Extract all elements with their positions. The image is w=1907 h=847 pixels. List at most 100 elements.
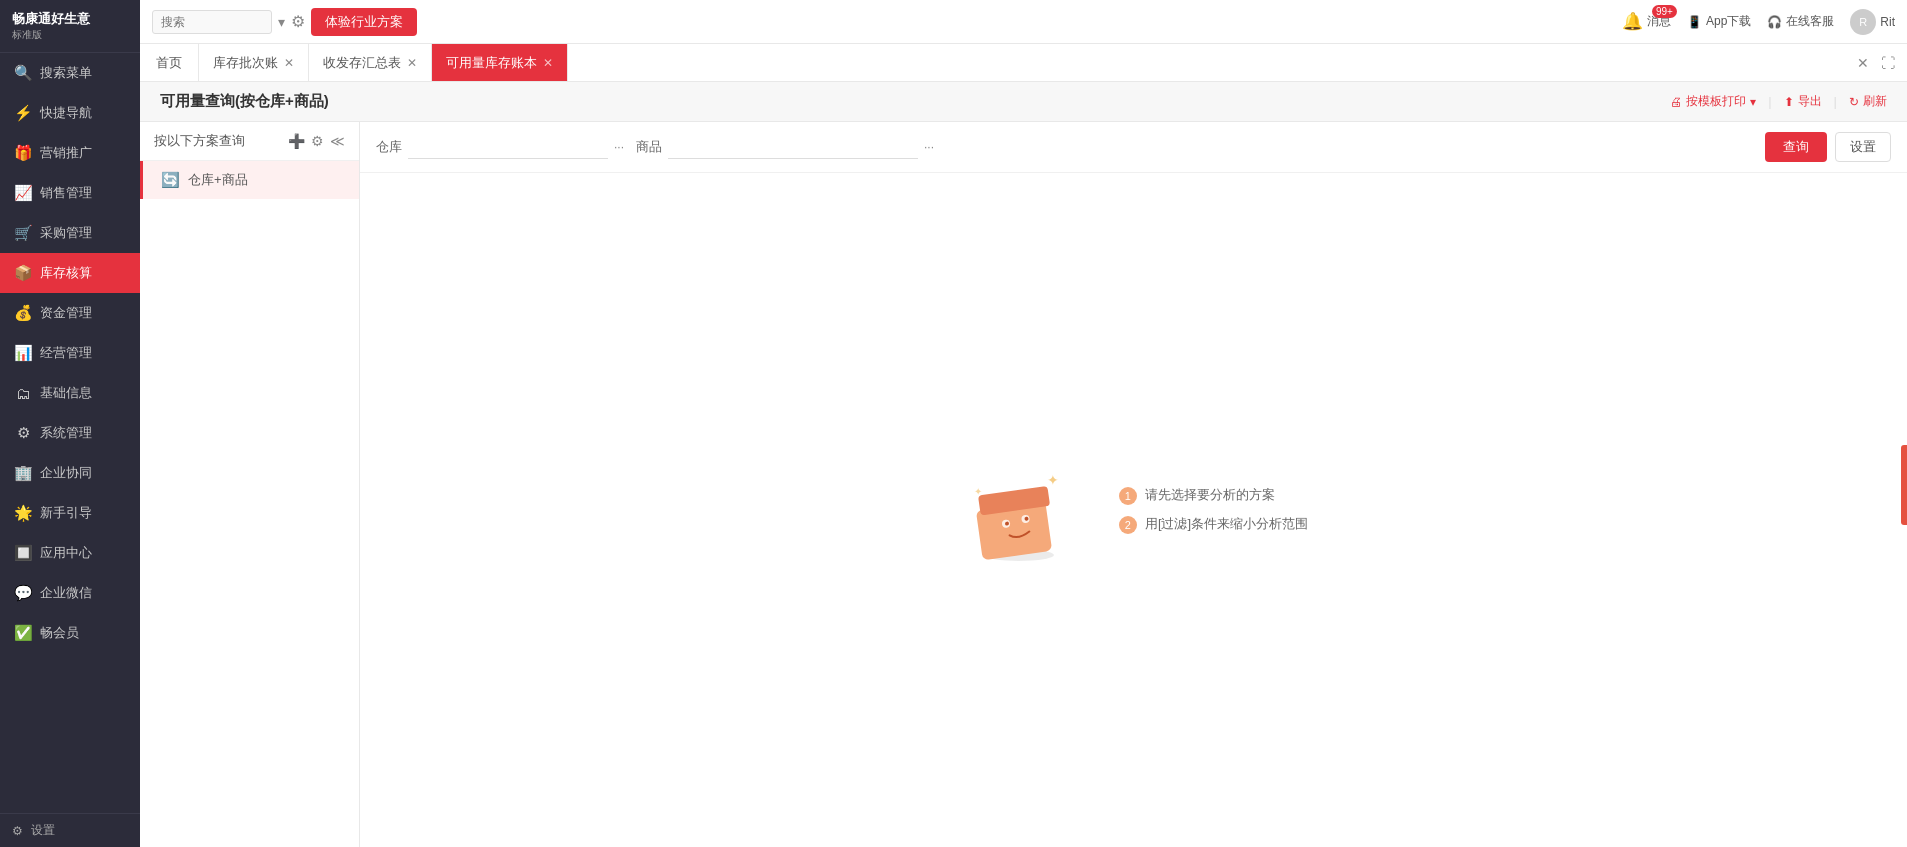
sidebar-label-vip: 畅会员 (40, 624, 79, 642)
search-input[interactable] (152, 10, 272, 34)
onboarding-icon: 🌟 (14, 504, 32, 522)
sidebar-label-system: 系统管理 (40, 424, 92, 442)
sidebar-item-search[interactable]: 🔍 搜索菜单 (0, 53, 140, 93)
filter-panel: 按以下方案查询 ➕ ⚙ ≪ 🔄 仓库+商品 (140, 122, 360, 847)
query-bar: 仓库 ··· 商品 ··· 查询 设置 (360, 122, 1907, 173)
sidebar-item-system[interactable]: ⚙ 系统管理 (0, 413, 140, 453)
filter-config-button[interactable]: ⚙ (311, 133, 324, 149)
settings-button[interactable]: 设置 (1835, 132, 1891, 162)
print-button[interactable]: 🖨 按模板打印 ▾ (1670, 93, 1756, 110)
sidebar-item-basic-info[interactable]: 🗂 基础信息 (0, 373, 140, 413)
tab-label-receive-summary: 收发存汇总表 (323, 54, 401, 72)
sidebar-label-basic-info: 基础信息 (40, 384, 92, 402)
sidebar-item-onboarding[interactable]: 🌟 新手引导 (0, 493, 140, 533)
filter-add-button[interactable]: ➕ (288, 133, 305, 149)
filter-header: 按以下方案查询 ➕ ⚙ ≪ (140, 122, 359, 161)
sidebar-label-wechat: 企业微信 (40, 584, 92, 602)
sidebar-settings[interactable]: ⚙ 设置 (0, 813, 140, 847)
tip-text-1: 请先选择要分析的方案 (1145, 486, 1275, 504)
marketing-icon: 🎁 (14, 144, 32, 162)
main-content: 仓库 ··· 商品 ··· 查询 设置 (360, 122, 1907, 847)
page-title: 可用量查询(按仓库+商品) (160, 92, 329, 111)
settings-topbar-icon[interactable]: ⚙ (291, 12, 305, 31)
dropdown-icon[interactable]: ▾ (278, 14, 285, 30)
sidebar-item-inventory[interactable]: 📦 库存核算 (0, 253, 140, 293)
tab-receive-summary[interactable]: 收发存汇总表 ✕ (309, 44, 432, 81)
app-label: App下载 (1706, 13, 1751, 30)
filter-scheme-item[interactable]: 🔄 仓库+商品 (140, 161, 359, 199)
warehouse-more-button[interactable]: ··· (614, 140, 624, 154)
industry-solution-button[interactable]: 体验行业方案 (311, 8, 417, 36)
sidebar-label-sales-mgmt: 销售管理 (40, 184, 92, 202)
empty-illustration: ✦ ✦ (959, 450, 1079, 570)
sidebar-item-marketing[interactable]: 🎁 营销推广 (0, 133, 140, 173)
tab-close-all-button[interactable]: ✕ (1853, 53, 1873, 73)
sidebar-label-enterprise: 企业协同 (40, 464, 92, 482)
wechat-icon: 💬 (14, 584, 32, 602)
basic-info-icon: 🗂 (14, 385, 32, 402)
service-label: 在线客服 (1786, 13, 1834, 30)
sidebar-label-app-center: 应用中心 (40, 544, 92, 562)
operations-icon: 📊 (14, 344, 32, 362)
query-button[interactable]: 查询 (1765, 132, 1827, 162)
sidebar-item-enterprise[interactable]: 🏢 企业协同 (0, 453, 140, 493)
goods-more-button[interactable]: ··· (924, 140, 934, 154)
user-name: Rit (1880, 15, 1895, 29)
empty-tips: 1 请先选择要分析的方案 2 用[过滤]条件来缩小分析范围 (1119, 486, 1308, 534)
filter-collapse-button[interactable]: ≪ (330, 133, 345, 149)
enterprise-icon: 🏢 (14, 464, 32, 482)
print-chevron-icon: ▾ (1750, 95, 1756, 109)
refresh-label: 刷新 (1863, 93, 1887, 110)
sidebar-label-marketing: 营销推广 (40, 144, 92, 162)
sidebar-item-operations[interactable]: 📊 经营管理 (0, 333, 140, 373)
sidebar-item-shortcut[interactable]: ⚡ 快捷导航 (0, 93, 140, 133)
app-icon: 📱 (1687, 15, 1702, 29)
tab-close-batch-account[interactable]: ✕ (284, 56, 294, 70)
export-button[interactable]: ⬆ 导出 (1784, 93, 1822, 110)
app-center-icon: 🔲 (14, 544, 32, 562)
filter-scheme-icon: 🔄 (161, 171, 180, 189)
shortcut-icon: ⚡ (14, 104, 32, 122)
tab-batch-account[interactable]: 库存批次账 ✕ (199, 44, 309, 81)
empty-state: ✦ ✦ 1 请先选择要分析的方案 2 用[过滤]条件来缩小分析范围 (360, 173, 1907, 847)
tab-close-receive-summary[interactable]: ✕ (407, 56, 417, 70)
tab-close-available-qty[interactable]: ✕ (543, 56, 553, 70)
sidebar-label-shortcut: 快捷导航 (40, 104, 92, 122)
print-icon: 🖨 (1670, 95, 1682, 109)
sidebar-item-app-center[interactable]: 🔲 应用中心 (0, 533, 140, 573)
goods-input[interactable] (668, 136, 918, 159)
sidebar-settings-label: 设置 (31, 822, 55, 839)
app-download-button[interactable]: 📱 App下载 (1687, 13, 1751, 30)
user-menu[interactable]: R Rit (1850, 9, 1895, 35)
export-label: 导出 (1798, 93, 1822, 110)
sidebar-label-purchase-mgmt: 采购管理 (40, 224, 92, 242)
topbar-left: ▾ ⚙ 体验行业方案 (152, 8, 1614, 36)
warehouse-input[interactable] (408, 136, 608, 159)
tab-label-available-qty: 可用量库存账本 (446, 54, 537, 72)
tip-num-2: 2 (1119, 516, 1137, 534)
sidebar-label-inventory: 库存核算 (40, 264, 92, 282)
page-header-actions: 🖨 按模板打印 ▾ | ⬆ 导出 | ↻ 刷新 (1670, 93, 1887, 110)
online-service-button[interactable]: 🎧 在线客服 (1767, 13, 1834, 30)
topbar: ▾ ⚙ 体验行业方案 🔔 消息 99+ 📱 App下载 🎧 在线客服 R Rit (140, 0, 1907, 44)
empty-svg: ✦ ✦ (959, 450, 1079, 570)
tab-label-batch-account: 库存批次账 (213, 54, 278, 72)
separator1: | (1768, 94, 1771, 109)
sidebar-label-onboarding: 新手引导 (40, 504, 92, 522)
print-label: 按模板打印 (1686, 93, 1746, 110)
sidebar-item-finance[interactable]: 💰 资金管理 (0, 293, 140, 333)
search-icon: 🔍 (14, 64, 32, 82)
tab-home[interactable]: 首页 (140, 44, 199, 81)
notice-button[interactable]: 🔔 消息 99+ (1622, 11, 1671, 32)
sidebar-label-operations: 经营管理 (40, 344, 92, 362)
settings-icon: ⚙ (12, 824, 23, 838)
main-area: ▾ ⚙ 体验行业方案 🔔 消息 99+ 📱 App下载 🎧 在线客服 R Rit (140, 0, 1907, 847)
sidebar-item-purchase-mgmt[interactable]: 🛒 采购管理 (0, 213, 140, 253)
sidebar-item-sales-mgmt[interactable]: 📈 销售管理 (0, 173, 140, 213)
sidebar-item-vip[interactable]: ✅ 畅会员 (0, 613, 140, 653)
refresh-button[interactable]: ↻ 刷新 (1849, 93, 1887, 110)
filter-scheme-label: 仓库+商品 (188, 171, 248, 189)
tab-available-qty[interactable]: 可用量库存账本 ✕ (432, 44, 568, 81)
tab-expand-button[interactable]: ⛶ (1877, 53, 1899, 73)
sidebar-item-wechat[interactable]: 💬 企业微信 (0, 573, 140, 613)
